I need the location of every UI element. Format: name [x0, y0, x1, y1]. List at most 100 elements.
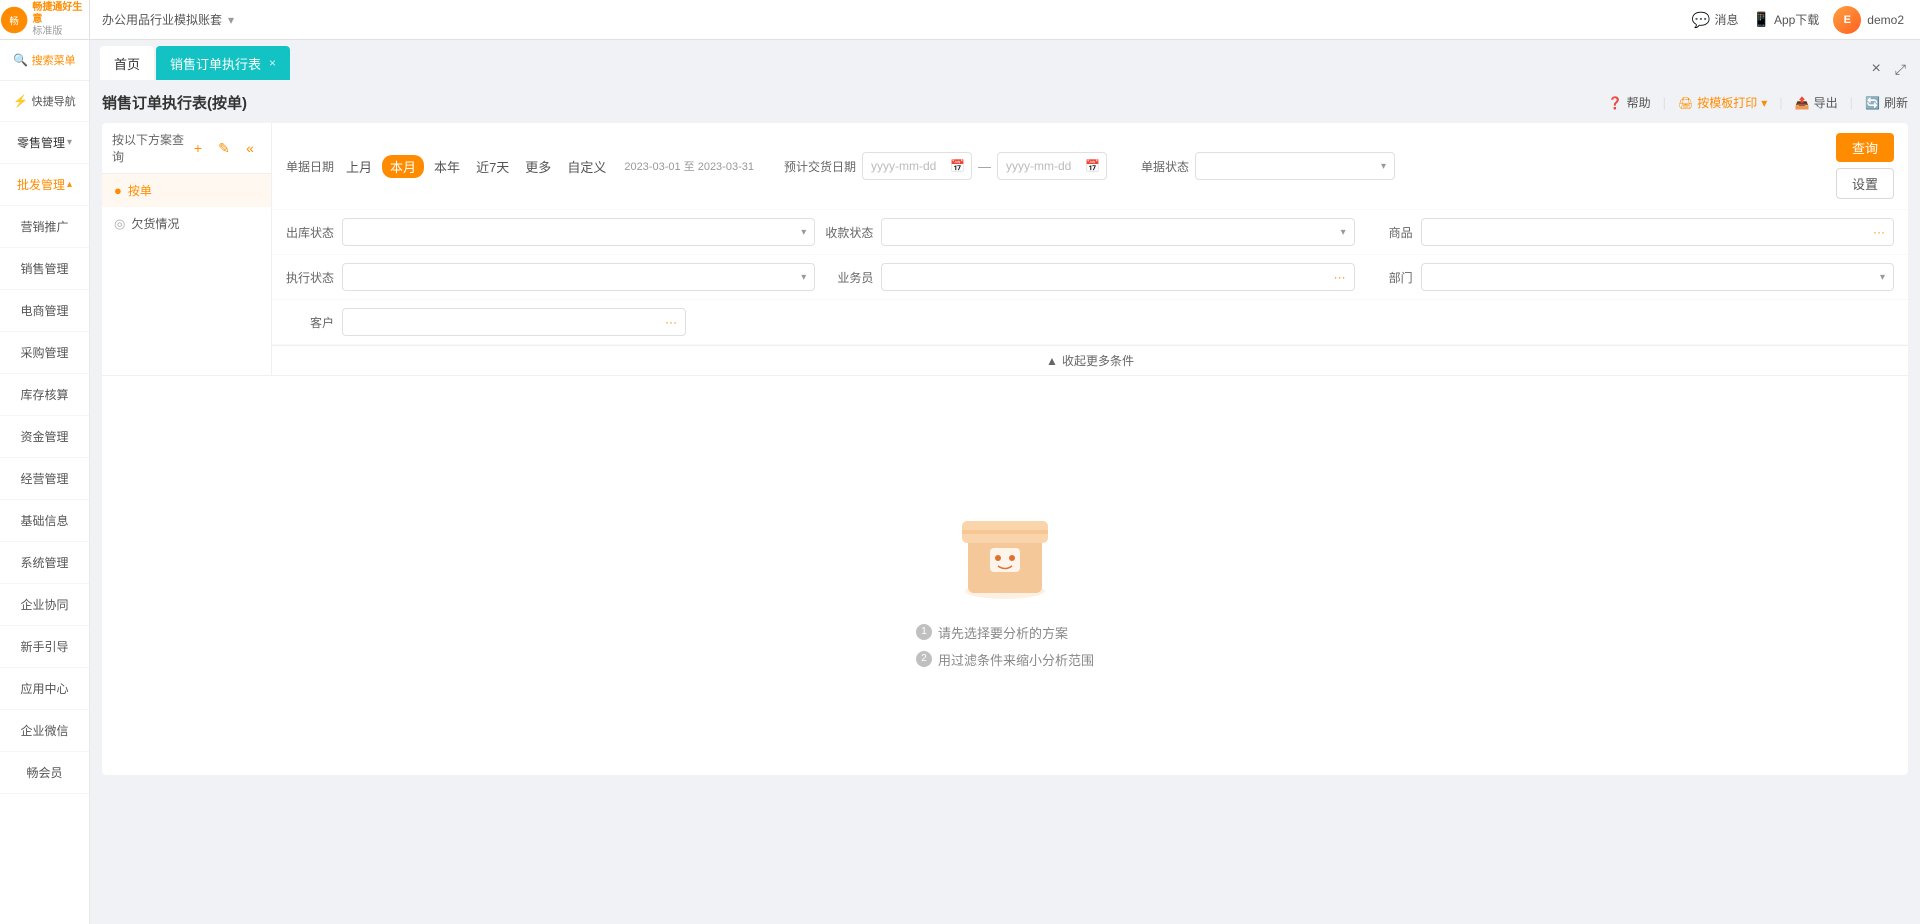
goods-more-icon[interactable]: ···: [1873, 225, 1885, 239]
dt-more[interactable]: 更多: [519, 155, 557, 178]
expected-date-from-placeholder: yyyy-mm-dd: [871, 159, 936, 173]
delivery-select[interactable]: ▾: [342, 218, 815, 246]
sidebar-item-ecommerce[interactable]: 电商管理: [0, 290, 89, 332]
scheme-panel: 按以下方案查询 + ✎ « ● 按单: [102, 123, 272, 375]
sidebar-item-wholesale[interactable]: 批发管理 ▴: [0, 164, 89, 206]
sidebar-item-weixin[interactable]: 企业微信: [0, 710, 89, 752]
scheme-panel-header: 按以下方案查询 + ✎ «: [102, 123, 271, 174]
sidebar-newbie-label: 新手引导: [20, 640, 68, 654]
page-tools: ❓ 帮助 | 🖨 按模板打印 ▾ | 📤 导出 |: [1608, 94, 1908, 111]
export-btn[interactable]: 📤 导出: [1795, 94, 1838, 111]
sidebar-item-member[interactable]: 畅会员: [0, 752, 89, 794]
sidebar-item-finance[interactable]: 资金管理: [0, 416, 89, 458]
sidebar-quick-nav[interactable]: ⚡ 快捷导航: [0, 81, 89, 122]
sidebar-retail-label: 零售管理: [17, 134, 65, 151]
breadcrumb-text[interactable]: 办公用品行业模拟账套: [102, 11, 222, 28]
sidebar-item-marketing[interactable]: 营销推广: [0, 206, 89, 248]
scheme-item-icon-order: ●: [114, 183, 122, 198]
dt-this-month[interactable]: 本月: [382, 155, 424, 178]
sidebar-marketing-label: 营销推广: [20, 220, 68, 234]
hint-text-1: 请先选择要分析的方案: [938, 623, 1068, 642]
tab-maximize-btn[interactable]: ⤢: [1891, 59, 1910, 80]
salesperson-input[interactable]: ···: [881, 263, 1354, 291]
filter-area: 按以下方案查询 + ✎ « ● 按单: [102, 123, 1908, 375]
tab-bar: 首页 销售订单执行表 × × ⤢: [90, 40, 1920, 80]
exec-select[interactable]: ▾: [342, 263, 815, 291]
query-btn[interactable]: 查询: [1836, 133, 1894, 162]
refresh-label: 刷新: [1884, 94, 1908, 111]
sidebar-search[interactable]: 🔍 搜索菜单: [0, 40, 89, 81]
refresh-btn[interactable]: 🔄 刷新: [1865, 94, 1908, 111]
field-goods: 商品 ···: [1365, 218, 1894, 246]
scheme-edit-btn[interactable]: ✎: [213, 137, 235, 159]
home-tab-label: 首页: [114, 54, 140, 73]
sidebar-weixin-label: 企业微信: [20, 724, 68, 738]
goods-input[interactable]: ···: [1421, 218, 1894, 246]
main-card: 按以下方案查询 + ✎ « ● 按单: [102, 123, 1908, 775]
help-btn[interactable]: ❓ 帮助: [1608, 94, 1651, 111]
field-salesperson: 业务员 ···: [825, 263, 1354, 291]
sidebar-item-operation[interactable]: 经营管理: [0, 458, 89, 500]
dt-this-year[interactable]: 本年: [428, 155, 466, 178]
breadcrumb-dropdown-icon[interactable]: ▾: [228, 13, 234, 27]
dt-last-month[interactable]: 上月: [340, 155, 378, 178]
status-select[interactable]: ▾: [1195, 152, 1395, 180]
sidebar-item-appstore[interactable]: 应用中心: [0, 668, 89, 710]
scheme-collapse-btn[interactable]: «: [239, 137, 261, 159]
customer-input[interactable]: ···: [342, 308, 686, 336]
dept-select[interactable]: ▾: [1421, 263, 1894, 291]
app-logo[interactable]: 畅 畅捷通好生意 标准版: [0, 0, 90, 39]
refresh-icon: 🔄: [1865, 96, 1880, 110]
search-icon: 🔍: [13, 53, 28, 67]
tab-close-window-btn[interactable]: ×: [1867, 58, 1884, 80]
sidebar-item-newbie[interactable]: 新手引导: [0, 626, 89, 668]
export-label: 导出: [1814, 94, 1838, 111]
scheme-item-by-order[interactable]: ● 按单: [102, 174, 271, 207]
sidebar-item-system[interactable]: 系统管理: [0, 542, 89, 584]
sidebar-item-stock[interactable]: 库存核算: [0, 374, 89, 416]
scheme-item-by-debt[interactable]: ◎ 欠货情况: [102, 207, 271, 240]
tab-active[interactable]: 销售订单执行表 ×: [156, 46, 290, 80]
sidebar-item-enterprise[interactable]: 企业协同: [0, 584, 89, 626]
sidebar-sales-label: 销售管理: [20, 262, 68, 276]
sidebar-item-sales[interactable]: 销售管理: [0, 248, 89, 290]
expected-date-range: yyyy-mm-dd 📅 — yyyy-mm-dd 📅: [862, 152, 1107, 180]
sidebar-purchase-label: 采购管理: [20, 346, 68, 360]
hint-num-2: 2: [916, 651, 932, 667]
sidebar-system-label: 系统管理: [20, 556, 68, 570]
header-right: 💬 消息 📱 App下载 E demo2: [1676, 0, 1920, 39]
scheme-panel-label: 按以下方案查询: [112, 131, 187, 165]
customer-more-icon[interactable]: ···: [665, 315, 677, 329]
expected-date-to[interactable]: yyyy-mm-dd 📅: [997, 152, 1107, 180]
customer-label: 客户: [286, 314, 334, 331]
page-title-bar: 销售订单执行表(按单) ❓ 帮助 | 🖨 按模板打印 ▾ | 📤: [102, 92, 1908, 113]
help-icon: ❓: [1608, 96, 1623, 110]
tab-home[interactable]: 首页: [100, 46, 154, 80]
user-area[interactable]: E demo2: [1833, 6, 1904, 34]
date-tabs-group: 上月 本月 本年 近7天 更多 自定义: [340, 155, 612, 178]
dt-7days[interactable]: 近7天: [470, 155, 515, 178]
sidebar-wholesale-label: 批发管理: [17, 176, 65, 193]
scheme-add-btn[interactable]: +: [187, 137, 209, 159]
sidebar-member-label: 畅会员: [26, 766, 62, 780]
salesperson-more-icon[interactable]: ···: [1334, 270, 1346, 284]
svg-text:畅: 畅: [9, 15, 18, 27]
message-btn[interactable]: 💬 消息: [1692, 11, 1739, 29]
settings-btn[interactable]: 设置: [1836, 168, 1894, 199]
expected-date-from[interactable]: yyyy-mm-dd 📅: [862, 152, 972, 180]
app-download-btn[interactable]: 📱 App下载: [1753, 11, 1820, 28]
expected-date-label: 预计交货日期: [784, 158, 856, 175]
sidebar-item-retail[interactable]: 零售管理 ▾: [0, 122, 89, 164]
dt-custom[interactable]: 自定义: [561, 155, 612, 178]
hint-text-2: 用过滤条件来缩小分析范围: [938, 650, 1094, 669]
print-btn[interactable]: 🖨 按模板打印 ▾: [1678, 94, 1767, 111]
sidebar-item-purchase[interactable]: 采购管理: [0, 332, 89, 374]
tab-close-icon[interactable]: ×: [269, 56, 276, 70]
scheme-icons: + ✎ «: [187, 137, 261, 159]
sidebar-item-basic[interactable]: 基础信息: [0, 500, 89, 542]
filter-row-1: 单据日期 上月 本月 本年 近7天 更多 自定义: [272, 123, 1908, 210]
tab-actions: × ⤢: [1867, 58, 1910, 80]
collapse-btn[interactable]: ▲ 收起更多条件: [272, 345, 1908, 375]
receipt-select[interactable]: ▾: [881, 218, 1354, 246]
empty-svg: [940, 483, 1070, 603]
